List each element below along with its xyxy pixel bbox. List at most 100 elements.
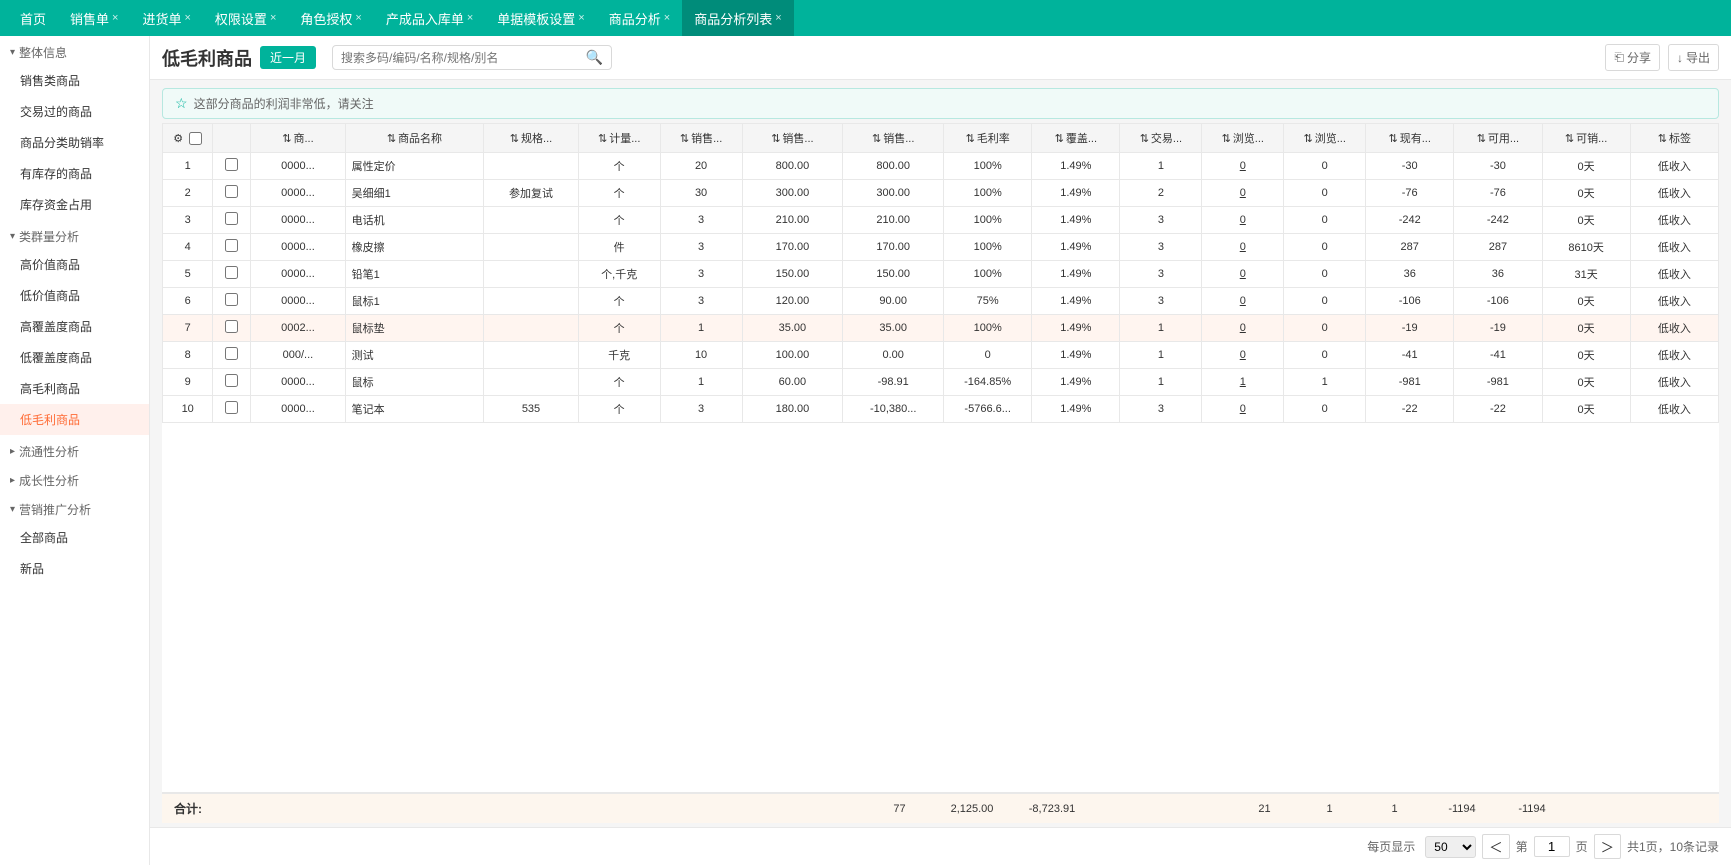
totals-sales-qty: 77	[867, 803, 932, 815]
nav-close-template[interactable]: ×	[578, 12, 584, 24]
cell-code: 0000...	[251, 288, 345, 315]
export-button[interactable]: ↓ 导出	[1668, 44, 1719, 71]
sidebar-item-in-stock[interactable]: 有库存的商品	[0, 158, 149, 189]
cell-name[interactable]: 测试	[345, 342, 484, 369]
cell-name[interactable]: 吴细细1	[345, 180, 484, 207]
cell-name[interactable]: 鼠标1	[345, 288, 484, 315]
th-available[interactable]: ⇅可用...	[1454, 124, 1542, 153]
sidebar-group-growth[interactable]: ▸ 成长性分析	[0, 464, 149, 493]
sidebar-item-new-goods[interactable]: 新品	[0, 553, 149, 584]
cell-name[interactable]: 鼠标垫	[345, 315, 484, 342]
sidebar-item-high-value[interactable]: 高价值商品	[0, 249, 149, 280]
cell-browse1[interactable]: 0	[1202, 315, 1284, 342]
sidebar-item-all-goods[interactable]: 全部商品	[0, 522, 149, 553]
cell-browse1[interactable]: 0	[1202, 288, 1284, 315]
cell-browse1[interactable]: 0	[1202, 153, 1284, 180]
row-checkbox[interactable]	[225, 293, 238, 306]
sidebar-item-capital[interactable]: 库存资金占用	[0, 189, 149, 220]
sidebar: ▾ 整体信息 销售类商品 交易过的商品 商品分类助销率 有库存的商品 库存资金占…	[0, 36, 150, 865]
th-unit[interactable]: ⇅计量...	[578, 124, 660, 153]
nav-purchase[interactable]: 进货单 ×	[130, 0, 202, 36]
th-tag[interactable]: ⇅标签	[1630, 124, 1718, 153]
sidebar-item-low-coverage[interactable]: 低覆盖度商品	[0, 342, 149, 373]
nav-template[interactable]: 单据模板设置 ×	[485, 0, 596, 36]
cell-name[interactable]: 铅笔1	[345, 261, 484, 288]
row-checkbox[interactable]	[225, 401, 238, 414]
nav-product-analysis-list[interactable]: 商品分析列表 ×	[682, 0, 793, 36]
period-button[interactable]: 近一月	[260, 46, 316, 69]
nav-close-permission[interactable]: ×	[270, 12, 276, 24]
next-page-button[interactable]: ＞	[1594, 834, 1621, 859]
sidebar-group-overall[interactable]: ▾ 整体信息	[0, 36, 149, 65]
sidebar-item-low-value[interactable]: 低价值商品	[0, 280, 149, 311]
nav-close-role[interactable]: ×	[355, 12, 361, 24]
sidebar-item-sales-goods[interactable]: 销售类商品	[0, 65, 149, 96]
cell-browse1[interactable]: 0	[1202, 396, 1284, 423]
th-name[interactable]: ⇅商品名称	[345, 124, 484, 153]
cell-browse1[interactable]: 0	[1202, 234, 1284, 261]
page-number-input[interactable]	[1534, 836, 1570, 857]
cell-browse1[interactable]: 0	[1202, 261, 1284, 288]
nav-close-product-entry[interactable]: ×	[467, 12, 473, 24]
th-saleable[interactable]: ⇅可销...	[1542, 124, 1630, 153]
sidebar-group-marketing[interactable]: ▾ 营销推广分析	[0, 493, 149, 522]
row-checkbox[interactable]	[225, 347, 238, 360]
sidebar-item-low-margin[interactable]: 低毛利商品	[0, 404, 149, 435]
search-input[interactable]	[341, 51, 586, 65]
th-sales-profit[interactable]: ⇅销售...	[843, 124, 944, 153]
prev-page-button[interactable]: ＜	[1482, 834, 1509, 859]
sidebar-item-high-margin[interactable]: 高毛利商品	[0, 373, 149, 404]
cell-name[interactable]: 橡皮擦	[345, 234, 484, 261]
row-checkbox[interactable]	[225, 185, 238, 198]
nav-close-sales[interactable]: ×	[112, 12, 118, 24]
cell-browse1[interactable]: 0	[1202, 207, 1284, 234]
cell-sales-qty: 1	[660, 315, 742, 342]
th-gross-rate[interactable]: ⇅毛利率	[944, 124, 1032, 153]
nav-home[interactable]: 首页	[8, 0, 58, 36]
cell-name[interactable]: 笔记本	[345, 396, 484, 423]
sidebar-item-traded-goods[interactable]: 交易过的商品	[0, 96, 149, 127]
cell-browse1[interactable]: 0	[1202, 180, 1284, 207]
cell-name[interactable]: 鼠标	[345, 369, 484, 396]
row-checkbox[interactable]	[225, 212, 238, 225]
sidebar-item-category-rate[interactable]: 商品分类助销率	[0, 127, 149, 158]
cell-name[interactable]: 电话机	[345, 207, 484, 234]
nav-role[interactable]: 角色授权 ×	[288, 0, 373, 36]
settings-icon[interactable]: ⚙	[173, 132, 183, 145]
sidebar-item-high-coverage[interactable]: 高覆盖度商品	[0, 311, 149, 342]
sidebar-group-cluster[interactable]: ▾ 类群量分析	[0, 220, 149, 249]
nav-sales[interactable]: 销售单 ×	[58, 0, 130, 36]
th-code[interactable]: ⇅商...	[251, 124, 345, 153]
select-all-checkbox[interactable]	[189, 132, 202, 145]
table-container[interactable]: ⚙ ⇅商... ⇅商品名称 ⇅规格...	[162, 123, 1719, 792]
cell-unit: 个	[578, 153, 660, 180]
cell-sales-profit: 170.00	[843, 234, 944, 261]
row-checkbox[interactable]	[225, 374, 238, 387]
nav-close-purchase[interactable]: ×	[184, 12, 190, 24]
cell-current: -106	[1366, 288, 1454, 315]
row-checkbox[interactable]	[225, 158, 238, 171]
th-browse1[interactable]: ⇅浏览...	[1202, 124, 1284, 153]
th-sales-amount[interactable]: ⇅销售...	[742, 124, 843, 153]
nav-close-list[interactable]: ×	[775, 12, 781, 24]
th-trans[interactable]: ⇅交易...	[1120, 124, 1202, 153]
sidebar-group-circulation[interactable]: ▸ 流通性分析	[0, 435, 149, 464]
row-checkbox[interactable]	[225, 266, 238, 279]
nav-close-product-analysis[interactable]: ×	[664, 12, 670, 24]
cell-browse1[interactable]: 1	[1202, 369, 1284, 396]
th-current[interactable]: ⇅现有...	[1366, 124, 1454, 153]
share-button[interactable]: ⎗ 分享	[1605, 44, 1660, 71]
th-browse2[interactable]: ⇅浏览...	[1284, 124, 1366, 153]
row-checkbox[interactable]	[225, 320, 238, 333]
per-page-select[interactable]: 50 100	[1425, 836, 1476, 858]
nav-permission[interactable]: 权限设置 ×	[203, 0, 288, 36]
nav-product-analysis[interactable]: 商品分析 ×	[597, 0, 682, 36]
row-checkbox[interactable]	[225, 239, 238, 252]
search-icon[interactable]: 🔍	[586, 49, 603, 66]
cell-browse1[interactable]: 0	[1202, 342, 1284, 369]
nav-product-entry[interactable]: 产成品入库单 ×	[374, 0, 485, 36]
th-sales-qty[interactable]: ⇅销售...	[660, 124, 742, 153]
th-coverage[interactable]: ⇅覆盖...	[1032, 124, 1120, 153]
cell-name[interactable]: 属性定价	[345, 153, 484, 180]
th-spec[interactable]: ⇅规格...	[484, 124, 578, 153]
